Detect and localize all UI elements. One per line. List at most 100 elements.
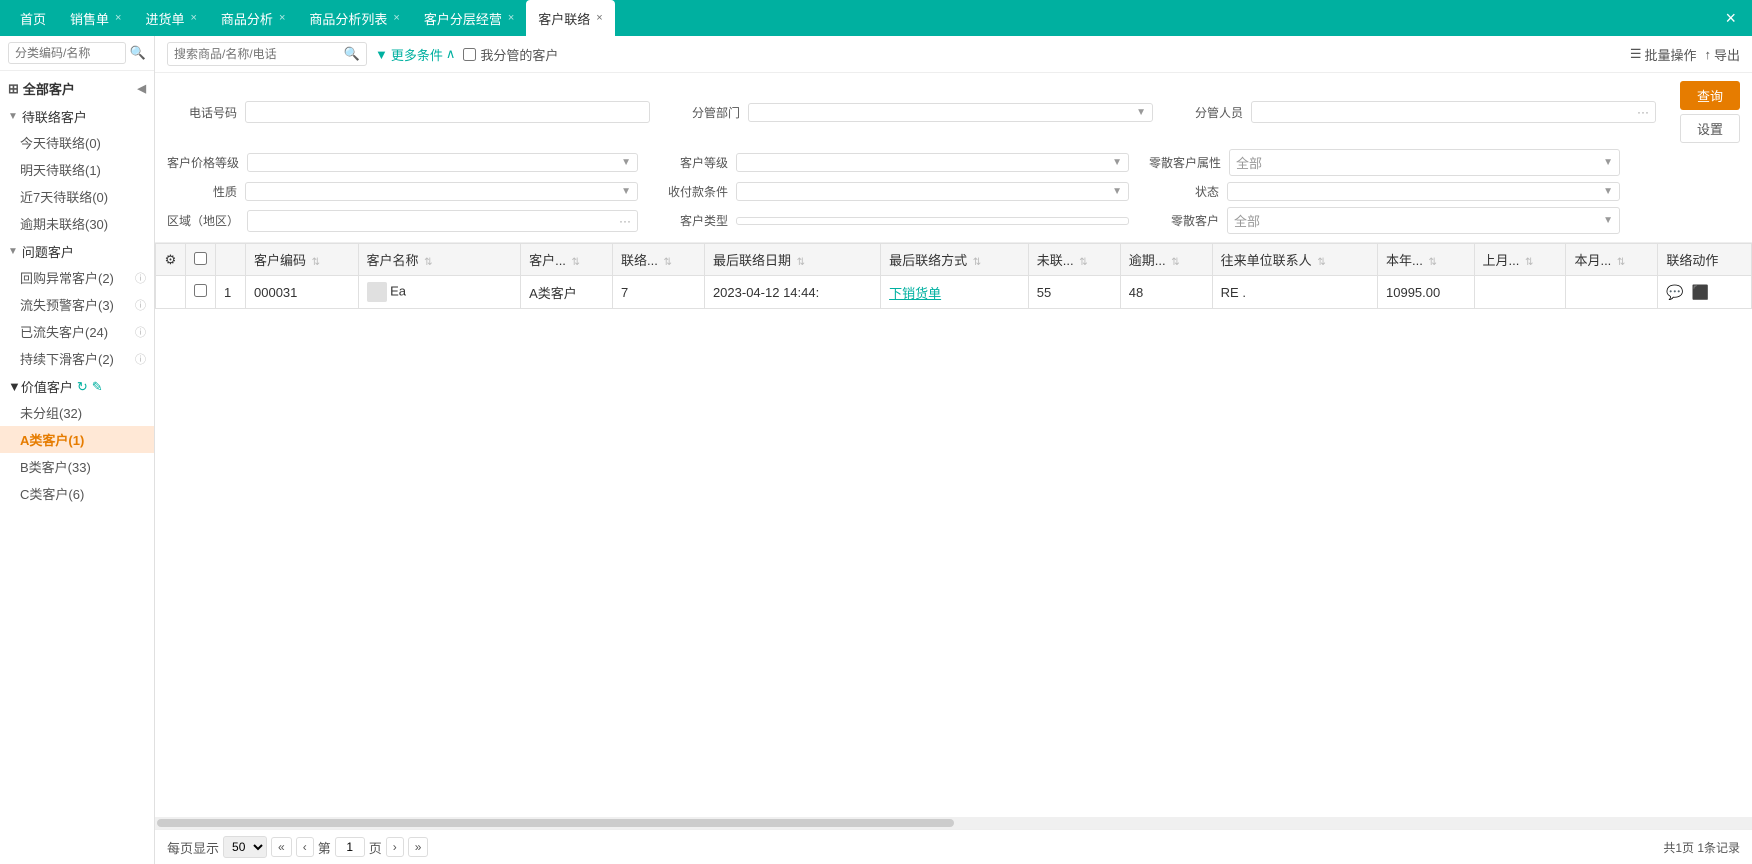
select-all-checkbox[interactable] [194,252,207,265]
close-tab-sales[interactable]: × [115,12,121,24]
value-customers-group[interactable]: ▼ 价值客户 ↻ ✎ [0,372,154,399]
filter-customer-level: 客户等级 ▼ [658,153,1129,172]
retail-customer-label: 零散客户 [1149,212,1219,229]
sidebar-item-overdue[interactable]: 逾期未联络(30) [0,210,154,237]
col-this-month[interactable]: 本月... ⇅ [1566,244,1658,276]
retail-customer-select[interactable]: 全部 ▼ [1227,207,1620,234]
col-last-contact-date[interactable]: 最后联络日期 ⇅ [704,244,880,276]
dept-select[interactable]: ▼ [748,103,1153,122]
col-code[interactable]: 客户编码 ⇅ [246,244,359,276]
col-this-year[interactable]: 本年... ⇅ [1378,244,1475,276]
last-page-button[interactable]: » [408,837,429,857]
customer-avatar [367,282,387,302]
my-customer-checkbox[interactable] [463,48,476,61]
tab-product-analysis-list[interactable]: 商品分析列表 × [297,0,411,36]
nav-home[interactable]: 首页 [8,9,58,28]
sidebar-item-7days[interactable]: 近7天待联络(0) [0,183,154,210]
sidebar-item-churn-warning[interactable]: 流失预警客户(3) ⓘ [0,291,154,318]
value-customers-title: 价值客户 [21,377,73,396]
nature-select[interactable]: ▼ [245,182,638,201]
sort-icon-unit-contact: ⇅ [1317,257,1325,268]
price-level-select[interactable]: ▼ [247,153,638,172]
col-unit-contact[interactable]: 往来单位联系人 ⇅ [1212,244,1377,276]
search-input[interactable] [174,47,340,61]
table-header-row: ⚙ 客户编码 ⇅ 客户名称 ⇅ [156,244,1752,276]
close-tab-product-analysis-list[interactable]: × [393,12,399,24]
first-page-button[interactable]: « [271,837,292,857]
scroll-thumb[interactable] [157,819,954,827]
export-button[interactable]: ↑ 导出 [1704,45,1740,64]
query-button[interactable]: 查询 [1680,81,1740,110]
problem-customers-group[interactable]: ▼ 问题客户 [0,237,154,264]
page-suffix: 页 [369,838,382,857]
retail-attr-select[interactable]: 全部 ▼ [1229,149,1620,176]
sort-icon-no-contact: ⇅ [1079,257,1087,268]
tab-customer-contact[interactable]: 客户联络 × [526,0,614,36]
window-close-button[interactable]: × [1717,8,1744,29]
waiting-contact-group[interactable]: ▼ 待联络客户 [0,102,154,129]
close-tab-customer-contact[interactable]: × [596,12,602,24]
col-no-contact[interactable]: 未联... ⇅ [1028,244,1120,276]
row-overdue: 48 [1120,276,1212,309]
close-tab-product-analysis[interactable]: × [279,12,285,24]
all-customers-label: 全部客户 [23,79,75,98]
sidebar-item-declining[interactable]: 持续下滑客户(2) ⓘ [0,345,154,372]
info-icon-2[interactable]: ⓘ [135,324,146,340]
tab-sales[interactable]: 销售单 × [58,0,133,36]
col-name[interactable]: 客户名称 ⇅ [358,244,521,276]
more-conditions-button[interactable]: ▼ 更多条件 ∧ [375,45,455,64]
sidebar-item-churned[interactable]: 已流失客户(24) ⓘ [0,318,154,345]
payment-select[interactable]: ▼ [736,182,1129,201]
customer-type-select[interactable] [736,217,1129,225]
sidebar-item-a-class[interactable]: A类客户(1) [0,426,154,453]
collapse-icon[interactable]: ◀ [138,82,146,95]
tab-customer-segment[interactable]: 客户分层经营 × [412,0,526,36]
sidebar-item-tomorrow[interactable]: 明天待联络(1) [0,156,154,183]
sidebar-search-icon[interactable]: 🔍 [130,45,146,61]
price-level-label: 客户价格等级 [167,154,239,171]
sidebar-item-abnormal-repurchase[interactable]: 回购异常客户(2) ⓘ [0,264,154,291]
tab-product-analysis[interactable]: 商品分析 × [209,0,297,36]
filter-row-3: 性质 ▼ 收付款条件 ▼ 状态 [167,182,1740,201]
edit-icon[interactable]: ✎ [92,379,103,395]
info-icon-3[interactable]: ⓘ [135,351,146,367]
col-overdue[interactable]: 逾期... ⇅ [1120,244,1212,276]
close-tab-purchase[interactable]: × [190,12,196,24]
all-customers-header[interactable]: ⊞ 全部客户 ◀ [0,71,154,102]
phone-input[interactable] [245,101,650,123]
horizontal-scrollbar[interactable] [155,817,1752,829]
col-last-month[interactable]: 上月... ⇅ [1474,244,1566,276]
search-icon[interactable]: 🔍 [344,46,360,62]
sidebar-item-c-class[interactable]: C类客户(6) [0,480,154,507]
row-select-checkbox[interactable] [194,284,207,297]
row-checkbox [186,276,216,309]
col-last-contact-method[interactable]: 最后联络方式 ⇅ [881,244,1029,276]
col-settings[interactable]: ⚙ [156,244,186,276]
page-input[interactable] [335,837,365,857]
status-select[interactable]: ▼ [1227,182,1620,201]
row-last-month [1474,276,1566,309]
tab-purchase[interactable]: 进货单 × [133,0,208,36]
close-tab-customer-segment[interactable]: × [508,12,514,24]
next-page-button[interactable]: › [386,837,404,857]
person-select[interactable]: ··· [1251,101,1656,123]
qr-icon[interactable]: ⬛ [1692,284,1709,301]
batch-operation-button[interactable]: ☰ 批量操作 [1630,45,1697,64]
sidebar-item-unclassified[interactable]: 未分组(32) [0,399,154,426]
info-icon-1[interactable]: ⓘ [135,297,146,313]
col-contact-person[interactable]: 联络... ⇅ [613,244,705,276]
region-select[interactable]: ··· [247,210,638,232]
sidebar-search-input[interactable] [8,42,126,64]
info-icon-0[interactable]: ⓘ [135,270,146,286]
sidebar-item-today[interactable]: 今天待联络(0) [0,129,154,156]
chat-icon[interactable]: 💬 [1666,284,1683,301]
customer-level-select[interactable]: ▼ [736,153,1129,172]
settings-button[interactable]: 设置 [1680,114,1740,143]
last-contact-method-link[interactable]: 下销货单 [889,286,941,301]
refresh-icon[interactable]: ↻ [77,379,88,395]
sidebar-item-b-class[interactable]: B类客户(33) [0,453,154,480]
filter-retail-attr: 零散客户属性 全部 ▼ [1149,149,1620,176]
prev-page-button[interactable]: ‹ [296,837,314,857]
page-size-select[interactable]: 50 [223,836,267,858]
col-customer-level[interactable]: 客户... ⇅ [521,244,613,276]
